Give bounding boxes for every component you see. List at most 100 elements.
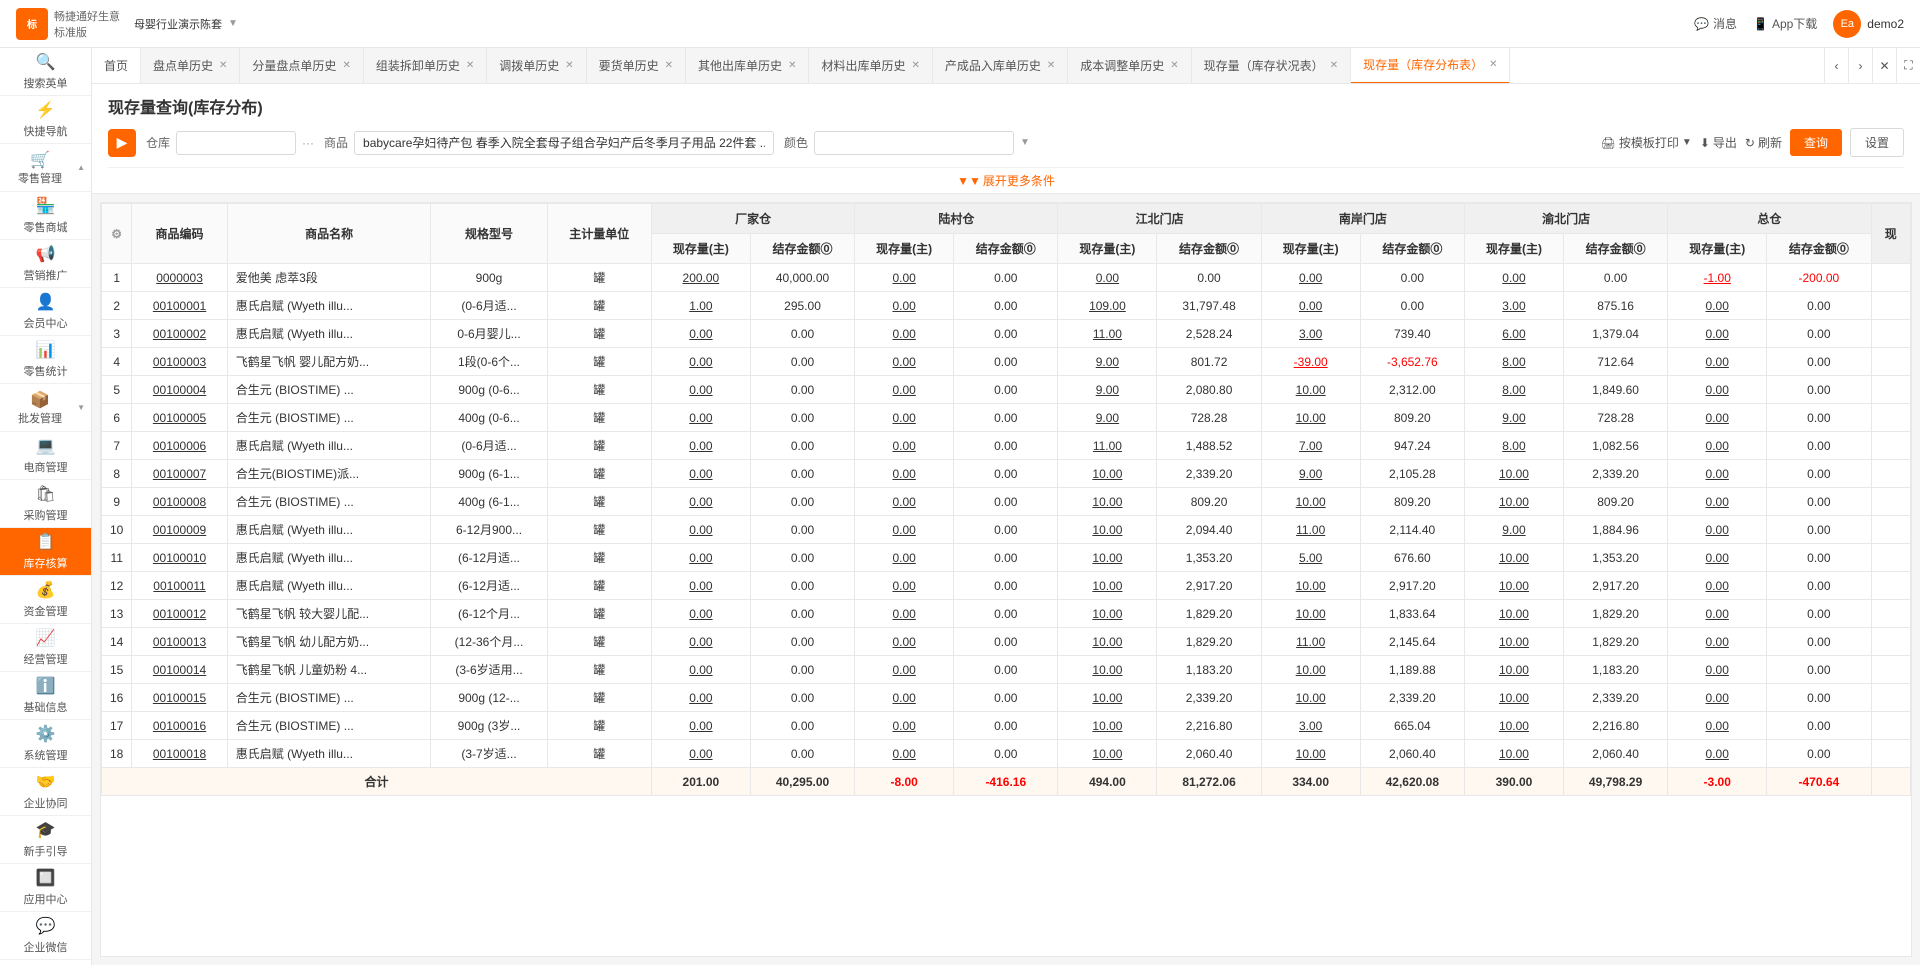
cell-total-qty[interactable]: 0.00 xyxy=(1668,292,1767,320)
cell-code[interactable]: 0000003 xyxy=(132,264,227,292)
cell-nanan-qty[interactable]: 3.00 xyxy=(1261,320,1360,348)
export-btn[interactable]: ⬇ 导出 xyxy=(1700,134,1737,151)
cell-jiangbei-qty[interactable]: 9.00 xyxy=(1058,348,1157,376)
cell-lucun-qty[interactable]: 0.00 xyxy=(855,628,954,656)
cell-factory-qty[interactable]: 0.00 xyxy=(651,460,750,488)
cell-total-qty[interactable]: 0.00 xyxy=(1668,432,1767,460)
cell-lucun-qty[interactable]: 0.00 xyxy=(855,264,954,292)
cell-nanan-qty[interactable]: 10.00 xyxy=(1261,684,1360,712)
cell-jiangbei-qty[interactable]: 10.00 xyxy=(1058,628,1157,656)
settings-btn[interactable]: 设置 xyxy=(1850,128,1904,157)
cell-factory-qty[interactable]: 1.00 xyxy=(651,292,750,320)
cell-code[interactable]: 00100016 xyxy=(132,712,227,740)
cell-nanan-qty[interactable]: 11.00 xyxy=(1261,516,1360,544)
cell-nanan-qty[interactable]: 10.00 xyxy=(1261,488,1360,516)
cell-code[interactable]: 00100012 xyxy=(132,600,227,628)
cell-lucun-qty[interactable]: 0.00 xyxy=(855,292,954,320)
cell-code[interactable]: 00100010 xyxy=(132,544,227,572)
close-tab-icon[interactable]: ✕ xyxy=(788,60,796,71)
cell-code[interactable]: 00100009 xyxy=(132,516,227,544)
nav-prev-btn[interactable]: ‹ xyxy=(1824,48,1848,84)
cell-yubei-qty[interactable]: 10.00 xyxy=(1465,544,1564,572)
tab-fenliang[interactable]: 分量盘点单历史 ✕ xyxy=(240,48,363,84)
close-tab-icon[interactable]: ✕ xyxy=(911,60,919,71)
cell-factory-qty[interactable]: 0.00 xyxy=(651,712,750,740)
cell-code[interactable]: 00100002 xyxy=(132,320,227,348)
cell-code[interactable]: 00100014 xyxy=(132,656,227,684)
sidebar-item-search[interactable]: 🔍 搜索英单 xyxy=(0,48,91,96)
sidebar-item-member[interactable]: 👤 会员中心 xyxy=(0,288,91,336)
cell-jiangbei-qty[interactable]: 10.00 xyxy=(1058,684,1157,712)
cell-lucun-qty[interactable]: 0.00 xyxy=(855,488,954,516)
nav-next-btn[interactable]: › xyxy=(1848,48,1872,84)
sidebar-item-inventory[interactable]: 📋 库存核算 xyxy=(0,528,91,576)
cell-code[interactable]: 00100003 xyxy=(132,348,227,376)
cell-lucun-qty[interactable]: 0.00 xyxy=(855,684,954,712)
cell-factory-qty[interactable]: 0.00 xyxy=(651,600,750,628)
cell-factory-qty[interactable]: 0.00 xyxy=(651,348,750,376)
cell-yubei-qty[interactable]: 6.00 xyxy=(1465,320,1564,348)
inventory-table-container[interactable]: ⚙ 商品编码 商品名称 规格型号 主计量单位 厂家仓 陆村仓 江北门店 南岸门店… xyxy=(100,202,1912,957)
cell-yubei-qty[interactable]: 10.00 xyxy=(1465,628,1564,656)
cell-lucun-qty[interactable]: 0.00 xyxy=(855,544,954,572)
sidebar-item-basic-info[interactable]: ℹ️ 基础信息 xyxy=(0,672,91,720)
color-input[interactable] xyxy=(814,131,1014,155)
cell-lucun-qty[interactable]: 0.00 xyxy=(855,656,954,684)
cell-jiangbei-qty[interactable]: 10.00 xyxy=(1058,516,1157,544)
cell-factory-qty[interactable]: 0.00 xyxy=(651,684,750,712)
cell-nanan-qty[interactable]: 7.00 xyxy=(1261,432,1360,460)
cell-yubei-qty[interactable]: 3.00 xyxy=(1465,292,1564,320)
cell-total-qty[interactable]: 0.00 xyxy=(1668,320,1767,348)
cell-lucun-qty[interactable]: 0.00 xyxy=(855,712,954,740)
cell-jiangbei-qty[interactable]: 11.00 xyxy=(1058,432,1157,460)
cell-total-qty[interactable]: 0.00 xyxy=(1668,656,1767,684)
sidebar-item-wechat[interactable]: 💬 企业微信 xyxy=(0,912,91,960)
cell-total-qty[interactable]: 0.00 xyxy=(1668,460,1767,488)
tab-tiaob[interactable]: 调拨单历史 ✕ xyxy=(487,48,586,84)
tab-pandian[interactable]: 盘点单历史 ✕ xyxy=(141,48,240,84)
sidebar-item-ecommerce[interactable]: 💻 电商管理 xyxy=(0,432,91,480)
cell-total-qty[interactable]: 0.00 xyxy=(1668,684,1767,712)
refresh-btn[interactable]: ↻ 刷新 xyxy=(1745,134,1782,151)
sidebar-item-cooperation[interactable]: 🤝 企业协同 xyxy=(0,768,91,816)
user-info[interactable]: Ea demo2 xyxy=(1833,10,1904,38)
cell-jiangbei-qty[interactable]: 10.00 xyxy=(1058,740,1157,768)
warehouse-dots-icon[interactable]: ··· xyxy=(302,136,314,150)
sidebar-item-guide[interactable]: 🎓 新手引导 xyxy=(0,816,91,864)
cell-total-qty[interactable]: 0.00 xyxy=(1668,516,1767,544)
cell-code[interactable]: 00100005 xyxy=(132,404,227,432)
close-tab-icon[interactable]: ✕ xyxy=(1330,60,1338,71)
tab-yaohuo[interactable]: 要货单历史 ✕ xyxy=(587,48,686,84)
nav-close-btn[interactable]: ✕ xyxy=(1872,48,1896,84)
cell-yubei-qty[interactable]: 10.00 xyxy=(1465,712,1564,740)
cell-yubei-qty[interactable]: 10.00 xyxy=(1465,572,1564,600)
cell-nanan-qty[interactable]: 10.00 xyxy=(1261,404,1360,432)
cell-jiangbei-qty[interactable]: 10.00 xyxy=(1058,600,1157,628)
cell-total-qty[interactable]: 0.00 xyxy=(1668,628,1767,656)
cell-nanan-qty[interactable]: 11.00 xyxy=(1261,628,1360,656)
cell-factory-qty[interactable]: 0.00 xyxy=(651,404,750,432)
cell-nanan-qty[interactable]: 9.00 xyxy=(1261,460,1360,488)
goods-input[interactable] xyxy=(354,131,774,155)
cell-jiangbei-qty[interactable]: 11.00 xyxy=(1058,320,1157,348)
tab-zuzchai[interactable]: 组装拆卸单历史 ✕ xyxy=(364,48,487,84)
cell-code[interactable]: 00100013 xyxy=(132,628,227,656)
cell-yubei-qty[interactable]: 9.00 xyxy=(1465,404,1564,432)
cell-factory-qty[interactable]: 0.00 xyxy=(651,628,750,656)
cell-lucun-qty[interactable]: 0.00 xyxy=(855,740,954,768)
cell-yubei-qty[interactable]: 8.00 xyxy=(1465,376,1564,404)
sidebar-item-retail-mgmt[interactable]: 🛒 零售管理 ▲ xyxy=(0,144,91,192)
close-tab-icon[interactable]: ✕ xyxy=(665,60,673,71)
filter-expand-btn[interactable]: ▶ xyxy=(108,129,136,157)
cell-jiangbei-qty[interactable]: 9.00 xyxy=(1058,404,1157,432)
warehouse-input[interactable] xyxy=(176,131,296,155)
sidebar-item-operations[interactable]: 📈 经营管理 xyxy=(0,624,91,672)
cell-factory-qty[interactable]: 0.00 xyxy=(651,432,750,460)
cell-jiangbei-qty[interactable]: 109.00 xyxy=(1058,292,1157,320)
cell-yubei-qty[interactable]: 9.00 xyxy=(1465,516,1564,544)
sidebar-item-marketing[interactable]: 📢 营销推广 xyxy=(0,240,91,288)
message-btn[interactable]: 💬 消息 xyxy=(1694,15,1737,32)
cell-total-qty[interactable]: 0.00 xyxy=(1668,712,1767,740)
expand-more-btn[interactable]: ▼▼ 展开更多条件 xyxy=(957,172,1055,189)
cell-jiangbei-qty[interactable]: 10.00 xyxy=(1058,656,1157,684)
